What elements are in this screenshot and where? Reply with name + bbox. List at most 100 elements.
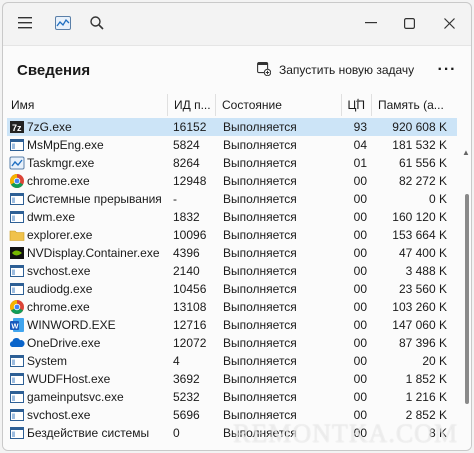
app-window-icon (9, 389, 25, 405)
process-pid: 2140 (173, 264, 200, 278)
process-cpu: 00 (353, 210, 367, 224)
run-task-label: Запустить новую задачу (279, 63, 415, 77)
process-cpu: 00 (353, 336, 367, 350)
column-header-memory[interactable]: Память (а... (371, 94, 457, 116)
process-memory: 0 K (428, 192, 447, 206)
process-pid: 4396 (173, 246, 200, 260)
nvidia-icon (9, 245, 25, 261)
process-status: Выполняется (223, 426, 297, 440)
table-row[interactable]: svchost.exe 2140 Выполняется 00 3 488 K (7, 262, 457, 280)
process-name: chrome.exe (27, 174, 90, 188)
process-name: chrome.exe (27, 300, 90, 314)
process-pid: 0 (173, 426, 180, 440)
process-pid: 5232 (173, 390, 200, 404)
process-name: Системные прерывания (27, 192, 162, 206)
minimize-icon[interactable] (357, 9, 385, 37)
process-cpu: 00 (353, 192, 367, 206)
process-status: Выполняется (223, 408, 297, 422)
search-icon[interactable] (83, 9, 111, 37)
process-status: Выполняется (223, 210, 297, 224)
svg-text:W: W (11, 322, 19, 331)
process-cpu: 00 (353, 354, 367, 368)
table-row[interactable]: explorer.exe 10096 Выполняется 00 153 664 K (7, 226, 457, 244)
table-row[interactable]: chrome.exe 13108 Выполняется 00 103 260 K (7, 298, 457, 316)
process-pid: 5696 (173, 408, 200, 422)
process-cpu: 00 (353, 372, 367, 386)
table-row[interactable]: 7z 7zG.exe 16152 Выполняется 93 920 608 K (7, 118, 457, 136)
process-name: System (27, 354, 68, 368)
table-row[interactable]: WUDFHost.exe 3692 Выполняется 00 1 852 K (7, 370, 457, 388)
process-pid: 12948 (173, 174, 207, 188)
table-row[interactable]: W WINWORD.EXE 12716 Выполняется 00 147 060 K (7, 316, 457, 334)
table-row[interactable]: dwm.exe 1832 Выполняется 00 160 120 K (7, 208, 457, 226)
maximize-icon[interactable] (395, 9, 423, 37)
table-header: Имя ИД п... Состояние ^ ЦП Память (а... (7, 94, 469, 116)
process-cpu: 00 (353, 318, 367, 332)
table-row[interactable]: NVDisplay.Container.exe 4396 Выполняется 00… (7, 244, 457, 262)
process-name: WUDFHost.exe (27, 372, 111, 386)
process-pid: 10096 (173, 228, 207, 242)
table-row[interactable]: Системные прерывания - Выполняется 00 0 K (7, 190, 457, 208)
process-memory: 82 272 K (398, 174, 447, 188)
run-task-icon (257, 61, 272, 79)
process-cpu: 04 (353, 138, 367, 152)
table-row[interactable]: Taskmgr.exe 8264 Выполняется 01 61 556 K (7, 154, 457, 172)
process-memory: 153 664 K (392, 228, 447, 242)
process-status: Выполняется (223, 282, 297, 296)
table-row[interactable]: gameinputsvc.exe 5232 Выполняется 00 1 216 K (7, 388, 457, 406)
table-row[interactable]: Бездействие системы 0 Выполняется 00 8 K (7, 424, 457, 442)
table-row[interactable]: svchost.exe 5696 Выполняется 00 2 852 K (7, 406, 457, 424)
folder-icon (9, 227, 25, 243)
process-name: MsMpEng.exe (27, 138, 104, 152)
app-window-icon (9, 209, 25, 225)
process-name: gameinputsvc.exe (27, 390, 124, 404)
7zip-icon: 7z (9, 119, 25, 135)
page-title: Сведения (17, 62, 91, 79)
more-options-button[interactable]: ··· (433, 58, 461, 82)
process-status: Выполняется (223, 336, 297, 350)
app-window-icon (9, 371, 25, 387)
table-row[interactable]: audiodg.exe 10456 Выполняется 00 23 560 K (7, 280, 457, 298)
process-cpu: 01 (353, 156, 367, 170)
taskmgr-icon (9, 155, 25, 171)
process-name: svchost.exe (27, 408, 91, 422)
process-memory: 147 060 K (392, 318, 447, 332)
table-row[interactable]: chrome.exe 12948 Выполняется 00 82 272 K (7, 172, 457, 190)
process-status: Выполняется (223, 372, 297, 386)
process-pid: 1832 (173, 210, 200, 224)
process-pid: 10456 (173, 282, 207, 296)
column-header-name[interactable]: Имя (7, 94, 167, 116)
process-memory: 23 560 K (398, 282, 447, 296)
app-window-icon (9, 263, 25, 279)
hamburger-menu-icon[interactable] (11, 9, 39, 37)
column-header-cpu[interactable]: ^ ЦП (341, 94, 371, 116)
process-name: Бездействие системы (27, 426, 150, 440)
process-status: Выполняется (223, 156, 297, 170)
process-cpu: 00 (353, 282, 367, 296)
sort-arrow-icon: ^ (356, 97, 361, 107)
process-cpu: 00 (353, 246, 367, 260)
process-name: NVDisplay.Container.exe (27, 246, 160, 260)
run-new-task-button[interactable]: Запустить новую задачу (257, 58, 414, 82)
process-name: svchost.exe (27, 264, 91, 278)
table-row[interactable]: System 4 Выполняется 00 20 K (7, 352, 457, 370)
process-pid: 16152 (173, 120, 207, 134)
onedrive-icon (9, 335, 25, 351)
scroll-up-icon[interactable]: ▲ (462, 148, 469, 157)
process-memory: 8 K (428, 426, 447, 440)
close-icon[interactable] (435, 9, 463, 37)
scrollbar-thumb[interactable] (465, 194, 469, 404)
process-name: dwm.exe (27, 210, 76, 224)
table-row[interactable]: MsMpEng.exe 5824 Выполняется 04 181 532 K (7, 136, 457, 154)
process-cpu: 93 (353, 120, 367, 134)
process-status: Выполняется (223, 318, 297, 332)
process-pid: 5824 (173, 138, 200, 152)
process-name: Taskmgr.exe (27, 156, 95, 170)
process-status: Выполняется (223, 264, 297, 278)
app-window-icon (9, 281, 25, 297)
process-name: WINWORD.EXE (27, 318, 116, 332)
column-header-pid[interactable]: ИД п... (167, 94, 215, 116)
column-header-status[interactable]: Состояние (215, 94, 341, 116)
process-memory: 3 488 K (405, 264, 447, 278)
table-row[interactable]: OneDrive.exe 12072 Выполняется 00 87 396 K (7, 334, 457, 352)
